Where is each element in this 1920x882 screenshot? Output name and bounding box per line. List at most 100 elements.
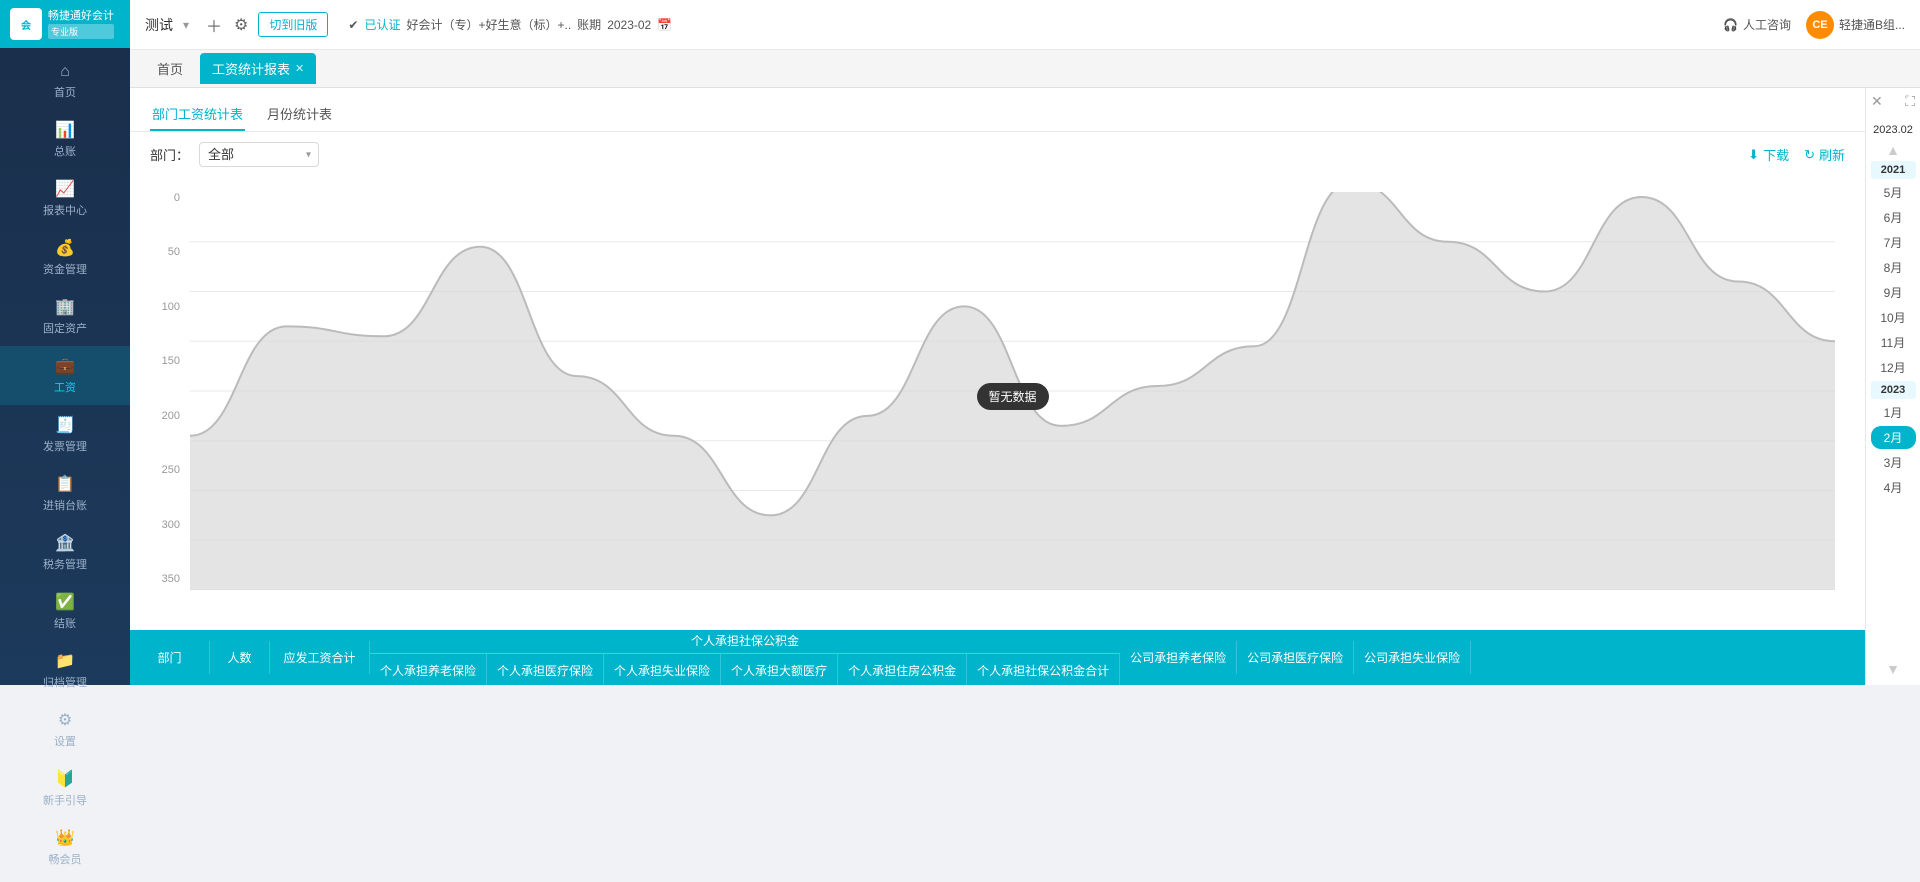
month-item[interactable]: 3月 <box>1871 451 1916 474</box>
sidebar-item-assets[interactable]: 🏢固定资产 <box>0 287 130 346</box>
sidebar-item-label: 发票管理 <box>43 438 87 454</box>
table-group-col: 个人承担失业保险 <box>604 654 721 685</box>
group-title-label: 个人承担社保公积金 <box>370 630 1120 654</box>
settle-icon: ✅ <box>55 592 75 612</box>
app-logo: 会 畅捷通好会计 专业版 <box>0 0 130 48</box>
month-item[interactable]: 8月 <box>1871 256 1916 279</box>
assistant-label: 人工咨询 <box>1743 16 1791 33</box>
tab-close-icon[interactable]: ✕ <box>295 62 304 75</box>
topbar-right: 🎧 人工咨询 CE 轻捷通B组... <box>1723 11 1905 39</box>
logo-badge: 专业版 <box>48 24 114 39</box>
tab-首页[interactable]: 首页 <box>145 53 195 84</box>
chart-tooltip: 暂无数据 <box>976 383 1048 410</box>
settings-icon[interactable]: ⚙ <box>232 13 250 37</box>
table-header-col: 应发工资合计 <box>270 641 370 674</box>
sidebar-item-label: 工资 <box>54 379 76 395</box>
y-axis: 350300250200150100500 <box>150 187 185 590</box>
sidebar-item-salary[interactable]: 💼工资 <box>0 346 130 405</box>
calendar-icon[interactable]: 📅 <box>657 18 672 32</box>
month-item[interactable]: 10月 <box>1871 306 1916 329</box>
topbar-title: 测试 <box>145 15 173 35</box>
y-axis-label: 150 <box>150 355 185 367</box>
logo-icon: 会 <box>10 8 42 40</box>
sidebar-item-label: 首页 <box>54 84 76 100</box>
table-group-header: 个人承担社保公积金个人承担养老保险个人承担医疗保险个人承担失业保险个人承担大额医… <box>370 630 1120 685</box>
date-display: 2023.02 <box>1870 121 1916 139</box>
close-icon[interactable]: ✕ <box>1871 93 1883 110</box>
sidebar-item-sales[interactable]: 📋进销台账 <box>0 464 130 523</box>
sidebar-item-home[interactable]: ⌂首页 <box>0 53 130 110</box>
table-company-col: 公司承担失业保险 <box>1354 641 1471 674</box>
month-item[interactable]: 6月 <box>1871 206 1916 229</box>
logo-name: 畅捷通好会计 <box>48 9 114 23</box>
active-month-item[interactable]: 2月 <box>1871 426 1916 449</box>
chart-inner: 暂无数据 <box>190 192 1835 590</box>
month-item[interactable]: 1月 <box>1871 401 1916 424</box>
sub-tab-月份统计表[interactable]: 月份统计表 <box>265 98 334 131</box>
toolbar-left: 部门： 全部财务部人事部销售部 ▾ <box>150 142 319 167</box>
sidebar-item-label: 结账 <box>54 615 76 631</box>
y-axis-label: 100 <box>150 301 185 313</box>
add-icon[interactable]: ＋ <box>204 11 224 39</box>
user-avatar: CE <box>1806 11 1834 39</box>
period-value: 2023-02 <box>607 18 651 32</box>
chart-container: 350300250200150100500 暂无数据 <box>150 187 1845 620</box>
topbar-actions: ＋ ⚙ 切到旧版 <box>204 11 328 39</box>
month-item[interactable]: 7月 <box>1871 231 1916 254</box>
switch-version-button[interactable]: 切到旧版 <box>258 12 328 37</box>
sidebar-item-label: 设置 <box>54 733 76 749</box>
topbar: 测试 ▾ ＋ ⚙ 切到旧版 ✔ 已认证 好会计（专）+好生意（标）+.. 账期 … <box>130 0 1920 50</box>
month-item[interactable]: 11月 <box>1871 331 1916 354</box>
invoice-icon: 🧾 <box>55 415 75 435</box>
y-axis-label: 250 <box>150 464 185 476</box>
scroll-down-icon[interactable]: ▼ <box>1883 658 1903 680</box>
topbar-dropdown-icon[interactable]: ▾ <box>183 18 189 32</box>
sidebar-item-archive[interactable]: 📁归档管理 <box>0 641 130 700</box>
sidebar-item-funds[interactable]: 💰资金管理 <box>0 228 130 287</box>
refresh-button[interactable]: ↻ 刷新 <box>1804 145 1845 164</box>
assistant-button[interactable]: 🎧 人工咨询 <box>1723 16 1791 33</box>
year-2023-label: 2023 <box>1871 381 1916 399</box>
sidebar-item-member[interactable]: 👑畅会员 <box>0 818 130 877</box>
expand-icon[interactable]: ⛶ <box>1905 93 1915 110</box>
table-group-col: 个人承担社保公积金合计 <box>967 654 1120 685</box>
sidebar-item-label: 资金管理 <box>43 261 87 277</box>
settings-icon: ⚙ <box>58 710 72 730</box>
sidebar-item-label: 报表中心 <box>43 202 87 218</box>
month-item[interactable]: 12月 <box>1871 356 1916 379</box>
tab-工资统计报表[interactable]: 工资统计报表 ✕ <box>200 53 316 84</box>
download-icon: ⬇ <box>1748 147 1759 163</box>
sidebar-item-label: 新手引导 <box>43 792 87 808</box>
tab-label: 工资统计报表 <box>212 59 290 78</box>
sidebar-item-reports[interactable]: 📈报表中心 <box>0 169 130 228</box>
refresh-icon: ↻ <box>1804 147 1815 163</box>
download-button[interactable]: ⬇ 下载 <box>1748 145 1789 164</box>
scroll-up-icon[interactable]: ▲ <box>1883 139 1903 161</box>
sub-tab-部门工资统计表[interactable]: 部门工资统计表 <box>150 98 245 131</box>
sidebar-item-guide[interactable]: 🔰新手引导 <box>0 759 130 818</box>
content-area: 部门工资统计表月份统计表 部门： 全部财务部人事部销售部 ▾ ⬇ 下载 <box>130 88 1920 685</box>
user-menu[interactable]: CE 轻捷通B组... <box>1806 11 1905 39</box>
sidebar: 会 畅捷通好会计 专业版 ⌂首页📊总账📈报表中心💰资金管理🏢固定资产💼工资 🧾 发票… <box>0 0 130 685</box>
table-group-col: 个人承担养老保险 <box>370 654 487 685</box>
sidebar-item-invoice[interactable]: 🧾 发票管理 <box>0 405 130 464</box>
dept-label: 部门： <box>150 145 189 164</box>
month-item[interactable]: 4月 <box>1871 476 1916 499</box>
ledger-icon: 📊 <box>55 120 75 140</box>
sidebar-item-settings[interactable]: ⚙ 设置 <box>0 700 130 759</box>
sidebar-item-ledger[interactable]: 📊总账 <box>0 110 130 169</box>
dept-select[interactable]: 全部财务部人事部销售部 <box>199 142 319 167</box>
tab-label: 首页 <box>157 59 183 78</box>
month-item[interactable]: 5月 <box>1871 181 1916 204</box>
assets-icon: 🏢 <box>55 297 75 317</box>
sidebar-item-settle[interactable]: ✅ 结账 <box>0 582 130 641</box>
tabbar: 首页 工资统计报表 ✕ <box>130 50 1920 88</box>
main-wrapper: 测试 ▾ ＋ ⚙ 切到旧版 ✔ 已认证 好会计（专）+好生意（标）+.. 账期 … <box>130 0 1920 685</box>
sales-icon: 📋 <box>55 474 75 494</box>
sidebar-item-tax[interactable]: 🏦税务管理 <box>0 523 130 582</box>
table-group-col: 个人承担医疗保险 <box>487 654 604 685</box>
sidebar-nav: ⌂首页📊总账📈报表中心💰资金管理🏢固定资产💼工资🧾发票管理📋进销台账🏦税务管理✅… <box>0 48 130 882</box>
user-name: 轻捷通B组... <box>1839 16 1905 33</box>
month-item[interactable]: 9月 <box>1871 281 1916 304</box>
chart-area: 350300250200150100500 暂无数据 <box>130 177 1865 630</box>
